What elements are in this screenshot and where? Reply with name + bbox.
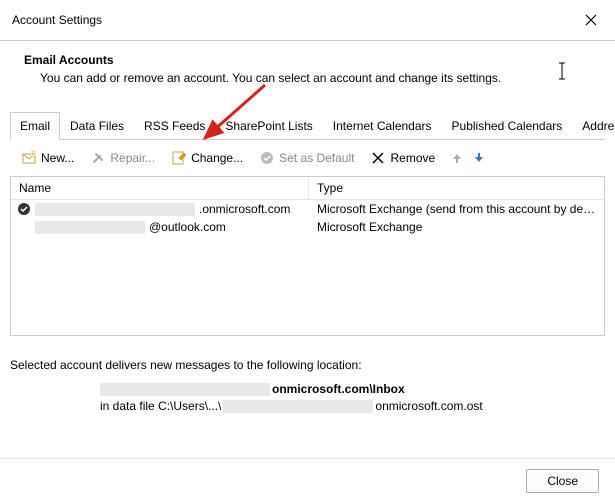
repair-button: Repair...: [83, 146, 162, 170]
change-button[interactable]: Change...: [164, 146, 250, 170]
spacer: [17, 220, 31, 234]
location-datafile-prefix: in data file C:\Users\...\: [100, 399, 221, 413]
tab-email[interactable]: Email: [10, 112, 60, 140]
location-heading: Selected account delivers new messages t…: [10, 358, 605, 372]
move-down-icon[interactable]: [472, 151, 486, 165]
column-header-type[interactable]: Type: [309, 177, 604, 199]
set-default-button: Set as Default: [252, 146, 361, 170]
tab-address-books[interactable]: Address Books: [572, 112, 615, 140]
redacted-text: [223, 400, 373, 413]
redacted-text: [35, 203, 195, 216]
account-type: Microsoft Exchange (send from this accou…: [309, 200, 604, 218]
remove-button[interactable]: Remove: [363, 146, 442, 170]
repair-icon: [90, 150, 106, 166]
account-name-suffix: @outlook.com: [149, 220, 226, 234]
new-button-label: New...: [41, 151, 74, 165]
tab-internet-calendars[interactable]: Internet Calendars: [323, 112, 442, 140]
set-default-button-label: Set as Default: [279, 151, 354, 165]
change-button-label: Change...: [191, 151, 243, 165]
location-datafile-suffix: onmicrosoft.com.ost: [375, 399, 482, 413]
new-icon: [21, 150, 37, 166]
page-title: Email Accounts: [24, 53, 597, 67]
page-description: You can add or remove an account. You ca…: [24, 71, 597, 85]
change-icon: [171, 150, 187, 166]
remove-icon: [370, 150, 386, 166]
close-button[interactable]: Close: [526, 469, 599, 493]
list-item[interactable]: .onmicrosoft.com Microsoft Exchange (sen…: [11, 200, 604, 218]
location-path-suffix: onmicrosoft.com\Inbox: [272, 382, 405, 396]
toolbar: New... Repair... Change... Set as Defaul…: [10, 140, 605, 176]
window-title: Account Settings: [12, 13, 102, 27]
account-type: Microsoft Exchange: [309, 218, 604, 236]
check-circle-icon: [259, 150, 275, 166]
list-item[interactable]: @outlook.com Microsoft Exchange: [11, 218, 604, 236]
tab-data-files[interactable]: Data Files: [60, 112, 134, 140]
account-name-suffix: .onmicrosoft.com: [199, 202, 290, 216]
tab-rss-feeds[interactable]: RSS Feeds: [134, 112, 215, 140]
tab-bar: Email Data Files RSS Feeds SharePoint Li…: [10, 111, 605, 140]
tab-published-calendars[interactable]: Published Calendars: [442, 112, 573, 140]
redacted-text: [100, 383, 270, 396]
close-icon[interactable]: [579, 8, 603, 32]
tab-sharepoint-lists[interactable]: SharePoint Lists: [215, 112, 322, 140]
remove-button-label: Remove: [390, 151, 435, 165]
move-up-icon[interactable]: [450, 151, 464, 165]
column-header-name[interactable]: Name: [11, 177, 309, 199]
default-check-icon: [17, 202, 31, 216]
repair-button-label: Repair...: [110, 151, 155, 165]
account-list: Name Type .onmicrosoft.com Microsoft Exc…: [10, 176, 605, 336]
new-button[interactable]: New...: [14, 146, 81, 170]
redacted-text: [35, 221, 145, 234]
